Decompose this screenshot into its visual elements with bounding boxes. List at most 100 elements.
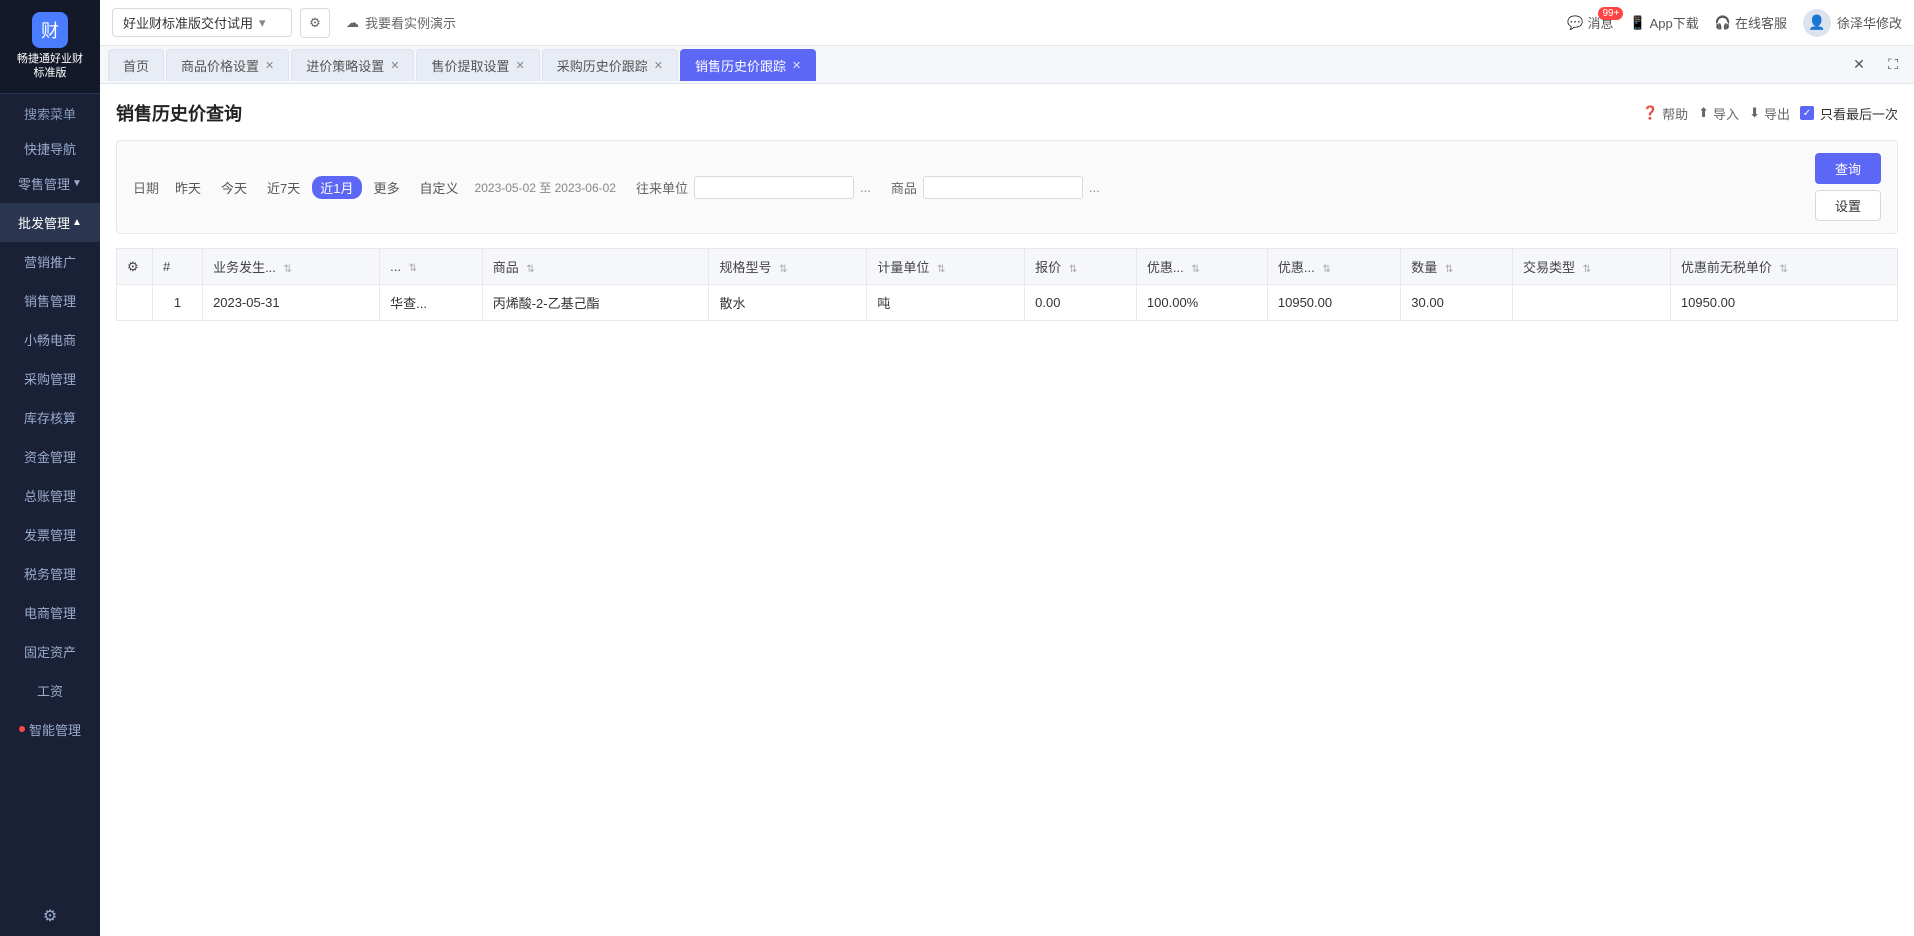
- sidebar-item-label: 库存核算: [24, 408, 76, 427]
- table-header-row: ⚙ # 业务发生... ⇅ ... ⇅ 商品 ⇅ 规格型号: [117, 249, 1898, 285]
- close-icon[interactable]: ✕: [654, 59, 663, 72]
- tab-price[interactable]: 商品价格设置 ✕: [166, 49, 289, 81]
- col-product[interactable]: 商品 ⇅: [482, 249, 709, 285]
- version-selector-label: 好业财标准版交付试用: [123, 13, 253, 32]
- sort-icon: ⇅: [779, 264, 787, 275]
- data-table: ⚙ # 业务发生... ⇅ ... ⇅ 商品 ⇅ 规格型号: [116, 248, 1898, 321]
- product-filter-label: 商品: [891, 178, 917, 197]
- date-opt-more[interactable]: 更多: [366, 176, 408, 199]
- help-label: 帮助: [1662, 104, 1688, 123]
- col-discount1[interactable]: 优惠... ⇅: [1136, 249, 1267, 285]
- source-more-button[interactable]: ...: [860, 180, 871, 195]
- col-spec[interactable]: 规格型号 ⇅: [709, 249, 867, 285]
- user-menu[interactable]: 👤 徐泽华修改: [1803, 9, 1902, 37]
- col-unit-label: 计量单位: [877, 260, 929, 275]
- sort-icon: ⇅: [1445, 264, 1453, 275]
- sidebar-item-label: 零售管理: [18, 174, 70, 193]
- date-opt-1month[interactable]: 近1月: [312, 176, 361, 199]
- sidebar-item-marketing[interactable]: 营销推广: [0, 242, 100, 281]
- col-biz-date[interactable]: 业务发生... ⇅: [203, 249, 380, 285]
- cell-seq: 1: [153, 285, 203, 321]
- cell-qty: 30.00: [1401, 285, 1513, 321]
- message-button[interactable]: 💬 消息 99+: [1567, 13, 1613, 32]
- demo-link[interactable]: ☁ 我要看实例演示: [346, 13, 456, 32]
- close-icon[interactable]: ✕: [390, 59, 399, 72]
- tab-home[interactable]: 首页: [108, 49, 164, 81]
- headset-icon: 🎧: [1715, 15, 1731, 31]
- sidebar-item-ecom-small[interactable]: 小畅电商: [0, 320, 100, 359]
- sidebar-item-ledger[interactable]: 总账管理: [0, 476, 100, 515]
- help-link[interactable]: ❓ 帮助: [1642, 104, 1688, 123]
- sidebar-item-purchase[interactable]: 采购管理: [0, 359, 100, 398]
- sidebar-item-invoice[interactable]: 发票管理: [0, 515, 100, 554]
- topbar-gear-button[interactable]: ⚙: [300, 8, 330, 38]
- version-selector[interactable]: 好业财标准版交付试用 ▾: [112, 8, 292, 37]
- maximize-window-button[interactable]: ⛶: [1880, 52, 1906, 78]
- sort-icon: ⇅: [1583, 264, 1591, 275]
- demo-label: 我要看实例演示: [365, 13, 456, 32]
- col-pretax[interactable]: 优惠前无税单价 ⇅: [1670, 249, 1897, 285]
- sidebar-item-smart[interactable]: 智能管理: [0, 710, 100, 749]
- sidebar-item-ecom[interactable]: 电商管理: [0, 593, 100, 632]
- tab-purchase-strategy[interactable]: 进价策略设置 ✕: [291, 49, 414, 81]
- cell-price: 0.00: [1025, 285, 1137, 321]
- export-link[interactable]: ⬇ 导出: [1749, 104, 1790, 123]
- query-button[interactable]: 查询: [1815, 153, 1881, 184]
- sidebar-item-finance[interactable]: 资金管理: [0, 437, 100, 476]
- sidebar-item-sales[interactable]: 销售管理: [0, 281, 100, 320]
- expand-icon: ▼: [72, 178, 82, 189]
- col-more1[interactable]: ... ⇅: [380, 249, 483, 285]
- date-opt-yesterday[interactable]: 昨天: [167, 176, 209, 199]
- avatar: 👤: [1803, 9, 1831, 37]
- sidebar-item-assets[interactable]: 固定资产: [0, 632, 100, 671]
- import-link[interactable]: ⬆ 导入: [1698, 104, 1739, 123]
- sort-icon: ⇅: [284, 264, 292, 275]
- close-window-button[interactable]: ✕: [1846, 52, 1872, 78]
- close-icon[interactable]: ✕: [265, 59, 274, 72]
- sidebar-item-tax[interactable]: 税务管理: [0, 554, 100, 593]
- settings-icon[interactable]: ⚙: [43, 906, 57, 926]
- col-tx-type[interactable]: 交易类型 ⇅: [1513, 249, 1671, 285]
- settings-button[interactable]: 设置: [1815, 190, 1881, 221]
- source-filter-input[interactable]: [694, 176, 854, 199]
- col-unit[interactable]: 计量单位 ⇅: [867, 249, 1025, 285]
- sidebar-item-payroll[interactable]: 工资: [0, 671, 100, 710]
- col-discount2[interactable]: 优惠... ⇅: [1267, 249, 1400, 285]
- date-filter-group: 日期 昨天 今天 近7天 近1月 更多 自定义 2023-05-02 至 202…: [133, 176, 616, 199]
- sidebar-item-label: 资金管理: [24, 447, 76, 466]
- app-download-button[interactable]: 📱 App下载: [1629, 13, 1698, 32]
- only-last-checkbox[interactable]: ✓: [1800, 106, 1814, 120]
- cell-biz-date: 2023-05-31: [203, 285, 380, 321]
- sidebar-item-inventory[interactable]: 库存核算: [0, 398, 100, 437]
- sidebar: 财 畅捷通好业财 标准版 搜索菜单 快捷导航 零售管理 ▼ 批发管理 ▲ 营销推…: [0, 0, 100, 936]
- only-last-checkbox-label[interactable]: ✓ 只看最后一次: [1800, 104, 1898, 123]
- help-icon: ❓: [1642, 105, 1658, 121]
- date-opt-today[interactable]: 今天: [213, 176, 255, 199]
- date-opt-custom[interactable]: 自定义: [412, 176, 467, 199]
- content-area: 销售历史价查询 ❓ 帮助 ⬆ 导入 ⬇ 导出 ✓ 只看最后一次: [100, 84, 1914, 936]
- date-opt-7days[interactable]: 近7天: [259, 176, 308, 199]
- online-service-button[interactable]: 🎧 在线客服: [1715, 13, 1787, 32]
- cell-pretax: 10950.00: [1670, 285, 1897, 321]
- sidebar-item-label: 营销推广: [24, 252, 76, 271]
- sidebar-item-label: 智能管理: [29, 720, 81, 739]
- col-gear[interactable]: ⚙: [117, 249, 153, 285]
- gear-icon: ⚙: [309, 15, 321, 31]
- sidebar-item-wholesale[interactable]: 批发管理 ▲: [0, 203, 100, 242]
- close-icon[interactable]: ✕: [516, 59, 525, 72]
- sidebar-item-retail[interactable]: 零售管理 ▼: [0, 164, 100, 203]
- tab-purchase-history[interactable]: 采购历史价跟踪 ✕: [542, 49, 678, 81]
- page-title: 销售历史价查询: [116, 100, 242, 126]
- sidebar-search[interactable]: 搜索菜单: [0, 94, 100, 133]
- col-price[interactable]: 报价 ⇅: [1025, 249, 1137, 285]
- username-label: 徐泽华修改: [1837, 13, 1902, 32]
- sidebar-quick-nav[interactable]: 快捷导航: [0, 133, 100, 164]
- tab-sale-extract[interactable]: 售价提取设置 ✕: [416, 49, 539, 81]
- close-icon[interactable]: ✕: [792, 59, 801, 72]
- date-filter-label: 日期: [133, 178, 159, 197]
- sort-icon: ⇅: [1780, 264, 1788, 275]
- product-more-button[interactable]: ...: [1089, 180, 1100, 195]
- tab-sale-history[interactable]: 销售历史价跟踪 ✕: [680, 49, 816, 81]
- product-filter-input[interactable]: [923, 176, 1083, 199]
- col-qty[interactable]: 数量 ⇅: [1401, 249, 1513, 285]
